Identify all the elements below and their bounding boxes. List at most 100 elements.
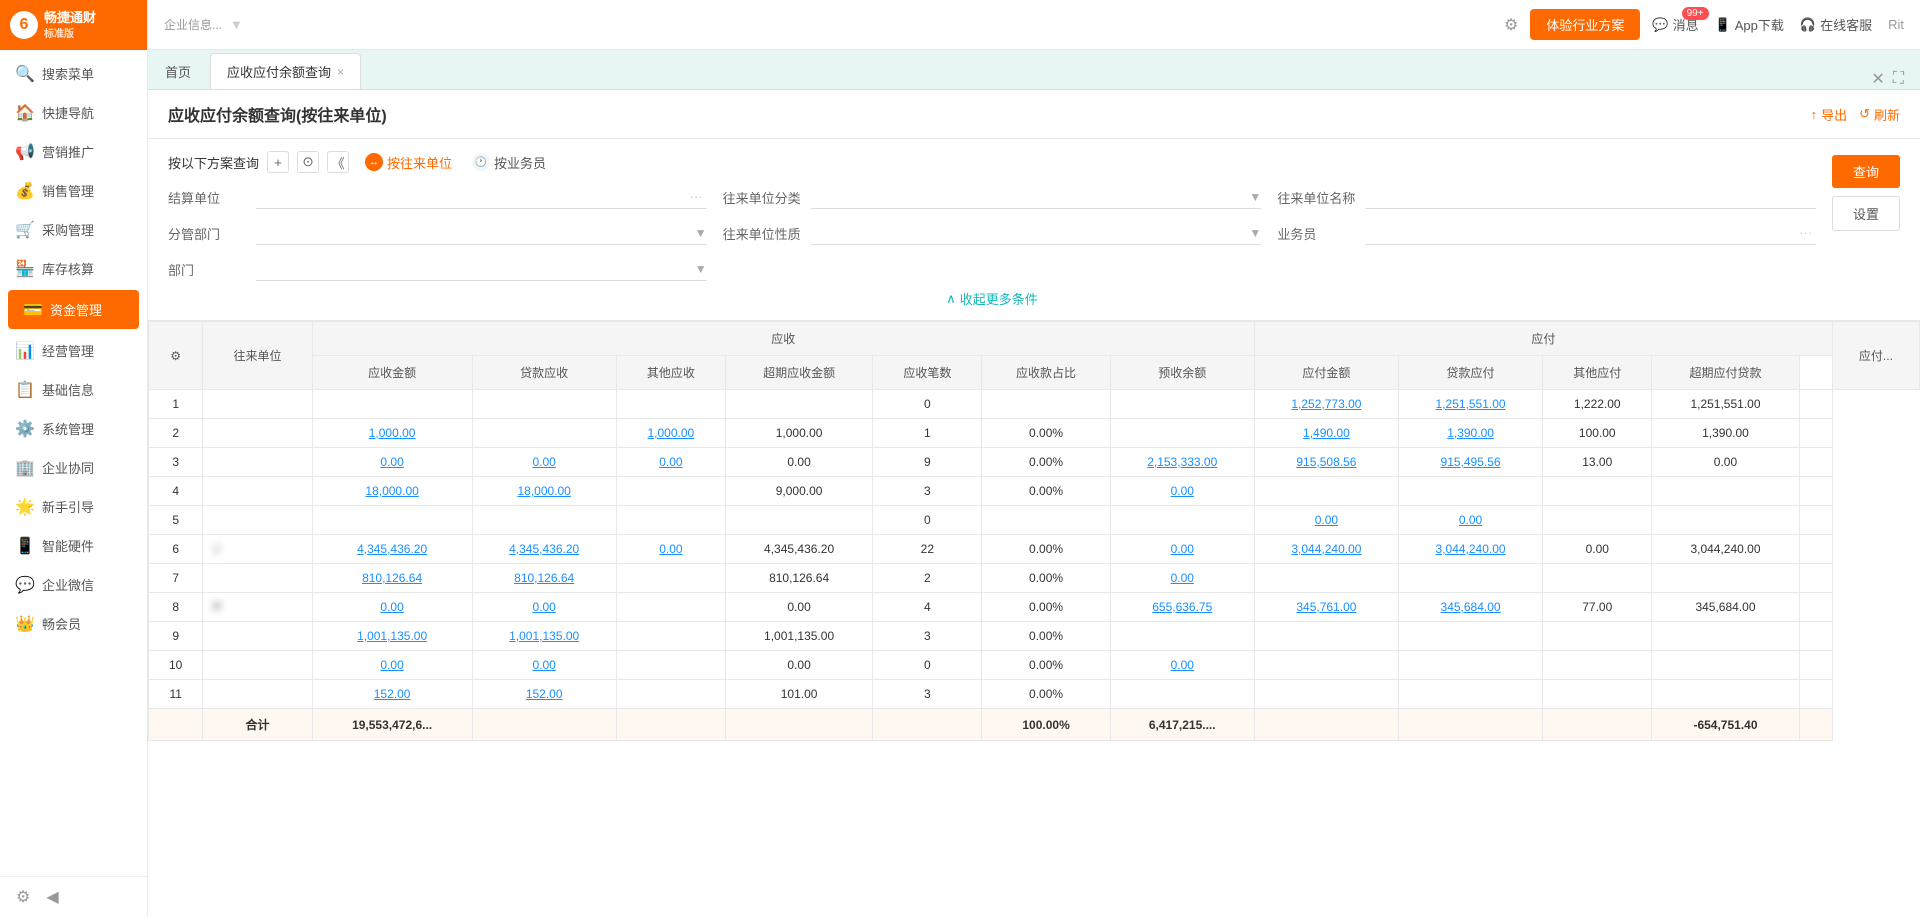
table-cell-link[interactable]: 0.00 [1171,542,1194,556]
table-cell-link[interactable]: 1,000.00 [648,426,695,440]
table-cell-link[interactable]: 0.00 [380,658,403,672]
table-cell-link[interactable]: 1,001,135.00 [509,629,579,643]
salesperson-dots[interactable]: ··· [1795,221,1816,244]
table-cell-link[interactable]: 345,684.00 [1441,600,1501,614]
topbar-gear-icon[interactable]: ⚙ [1504,15,1518,35]
refresh-button[interactable]: ↺ 刷新 [1859,105,1900,124]
dept-manager-arrow[interactable]: ▼ [695,226,707,240]
tab-home-label: 首页 [165,62,191,81]
table-cell-link[interactable]: 915,495.56 [1441,455,1501,469]
collapse-button[interactable]: ∧ 收起更多条件 [946,289,1038,308]
dept-arrow[interactable]: ▼ [695,262,707,276]
table-cell-link[interactable]: 0.00 [1171,484,1194,498]
notification-button[interactable]: 💬 消息 99+ [1652,15,1698,34]
table-cell-link[interactable]: 1,390.00 [1447,426,1494,440]
export-button[interactable]: ↑ 导出 [1811,105,1848,124]
partner-name-input[interactable] [1365,185,1816,209]
table-cell-link[interactable]: 655,636.75 [1152,600,1212,614]
sidebar-item-sales[interactable]: 💰 销售管理 [0,171,147,210]
table-cell-link[interactable]: 1,251,551.00 [1436,397,1506,411]
trial-button[interactable]: 体验行业方案 [1530,9,1640,40]
sidebar-item-search[interactable]: 🔍 搜索菜单 [0,54,147,93]
settlement-unit-dots[interactable]: ··· [686,185,707,208]
sidebar-item-purchase[interactable]: 🛒 采购管理 [0,210,147,249]
table-cell-link[interactable]: 810,126.64 [514,571,574,585]
table-cell-link[interactable]: 0.00 [532,600,555,614]
table-cell-link[interactable]: 1,000.00 [369,426,416,440]
table-cell-link[interactable]: 0.00 [659,455,682,469]
table-cell-link[interactable]: 3,044,240.00 [1291,542,1361,556]
th-settings[interactable]: ⚙ [149,322,203,390]
online-service-button[interactable]: 🎧 在线客服 [1800,15,1872,34]
sidebar-item-manage[interactable]: 📊 经营管理 [0,331,147,370]
table-cell-link[interactable]: 0.00 [532,455,555,469]
table-cell-link[interactable]: 18,000.00 [365,484,418,498]
tab-home[interactable]: 首页 [148,53,208,89]
table-cell [203,419,312,448]
sidebar-item-marketing[interactable]: 📢 营销推广 [0,132,147,171]
manage-icon: 📊 [16,342,34,360]
table-cell: 18,000.00 [472,477,616,506]
table-cell-link[interactable]: 0.00 [1315,513,1338,527]
table-cell: 0 [873,506,982,535]
table-cell-link[interactable]: 152.00 [374,687,411,701]
app-download-button[interactable]: 📱 App下载 [1715,15,1784,34]
table-cell-link[interactable]: 0.00 [1171,571,1194,585]
set-button[interactable]: 设置 [1832,196,1900,231]
table-cell-link[interactable]: 0.00 [1459,513,1482,527]
tab-maximize-icon[interactable]: ⛶ [1893,70,1904,88]
table-cell-link[interactable]: 2,153,333.00 [1147,455,1217,469]
sidebar-item-finance[interactable]: 💳 资金管理 [8,290,139,329]
footer-collapse-icon[interactable]: ◀ [46,887,58,907]
table-cell-link[interactable]: 4,345,436.20 [357,542,427,556]
table-cell-link[interactable]: 0.00 [532,658,555,672]
table-cell-link[interactable]: 0.00 [380,455,403,469]
th-partner: 往来单位 [203,322,312,390]
sidebar-item-quick[interactable]: 🏠 快捷导航 [0,93,147,132]
partner-category-arrow[interactable]: ▼ [1249,190,1261,204]
dept-manager-input[interactable] [256,221,695,244]
sidebar-item-hardware[interactable]: 📱 智能硬件 [0,526,147,565]
table-cell-link[interactable]: 345,761.00 [1296,600,1356,614]
table-cell-link[interactable]: 915,508.56 [1296,455,1356,469]
sidebar-item-corp[interactable]: 🏢 企业协同 [0,448,147,487]
salesperson-input[interactable] [1365,221,1795,244]
table-area[interactable]: ⚙ 往来单位 应收 应付 应付... 应收金额 贷款应收 其他应收 超期应收金额… [148,321,1920,917]
sidebar-item-system[interactable]: ⚙️ 系统管理 [0,409,147,448]
sidebar-item-guide[interactable]: 🌟 新手引导 [0,487,147,526]
sidebar-item-basic[interactable]: 📋 基础信息 [0,370,147,409]
partner-nature-arrow[interactable]: ▼ [1249,226,1261,240]
partner-nature-input[interactable] [811,221,1250,244]
filter-more-button[interactable]: 《 [327,151,349,173]
tab-active[interactable]: 应收应付余额查询 × [210,53,361,89]
table-cell-link[interactable]: 0.00 [380,600,403,614]
table-cell [1799,419,1832,448]
table-cell-link[interactable]: 0.00 [659,542,682,556]
table-cell: 3,044,240.00 [1398,535,1542,564]
table-cell-link[interactable]: 152.00 [526,687,563,701]
table-cell-link[interactable]: 1,252,773.00 [1291,397,1361,411]
dept-input[interactable] [256,257,695,280]
tab-close-icon[interactable]: × [337,65,344,79]
filter-option-partner[interactable]: ↔ 按往来单位 [365,153,452,172]
table-cell-link[interactable]: 1,490.00 [1303,426,1350,440]
sidebar-item-inventory[interactable]: 🏪 库存核算 [0,249,147,288]
table-cell-link[interactable]: 3,044,240.00 [1436,542,1506,556]
settlement-unit-input[interactable] [256,185,686,208]
sidebar-item-member[interactable]: 👑 畅会员 [0,604,147,643]
table-cell [1254,564,1398,593]
filter-add-button[interactable]: + [267,151,289,173]
sidebar-item-wechat[interactable]: 💬 企业微信 [0,565,147,604]
filter-config-button[interactable]: ⊙ [297,151,319,173]
table-cell-link[interactable]: 0.00 [1171,658,1194,672]
table-cell-link[interactable]: 1,001,135.00 [357,629,427,643]
table-cell-link[interactable]: 18,000.00 [517,484,570,498]
footer-settings-icon[interactable]: ⚙ [16,887,30,907]
tab-minimize-icon[interactable]: ✕ [1871,69,1884,89]
partner-category-input[interactable] [811,185,1250,208]
table-cell-link[interactable]: 810,126.64 [362,571,422,585]
table-cell: 1 [149,390,203,419]
query-button[interactable]: 查询 [1832,155,1900,188]
filter-option-salesperson[interactable]: 🕐 按业务员 [472,153,546,172]
table-cell-link[interactable]: 4,345,436.20 [509,542,579,556]
